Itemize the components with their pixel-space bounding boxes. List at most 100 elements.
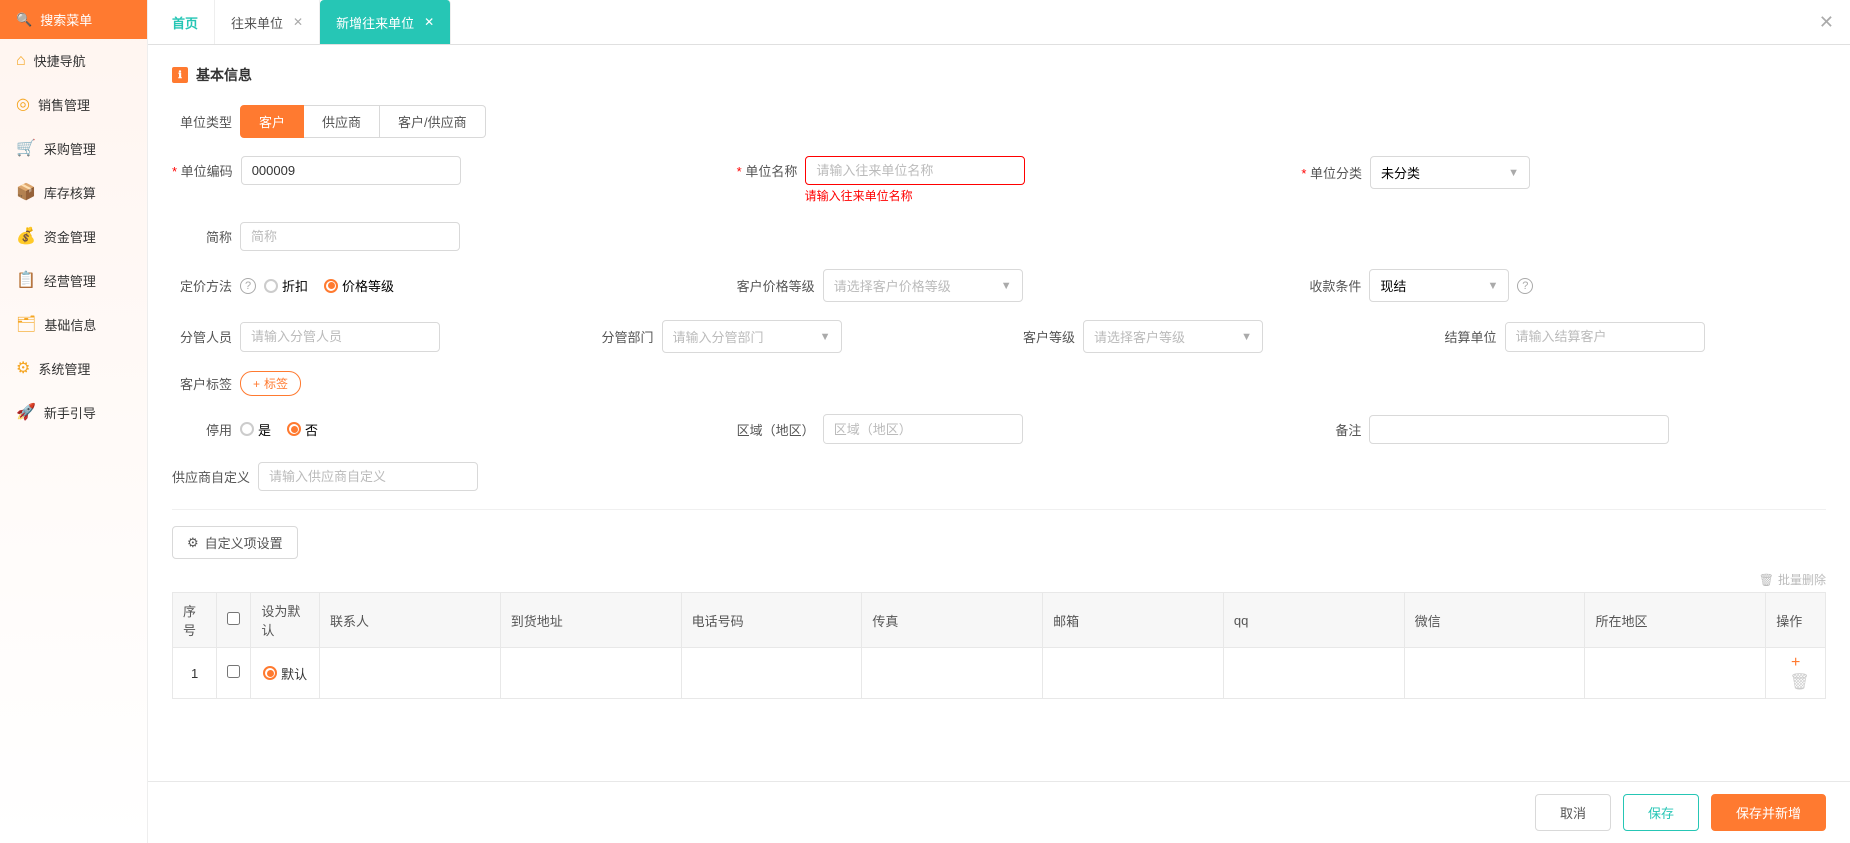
manager-dots-btn[interactable]: ··· — [437, 323, 440, 351]
manager-row: 分管人员 ··· 分管部门 请输入分管部门 ▼ 客户等级 请选择客户等级 ▼ — [172, 320, 1826, 353]
wechat-input[interactable] — [1415, 660, 1575, 687]
payment-terms-value: 现结 — [1380, 276, 1406, 295]
sidebar-item-label: 资金管理 — [44, 227, 96, 246]
radio-yes[interactable]: 是 — [240, 420, 271, 439]
remarks-input[interactable] — [1369, 415, 1669, 444]
address-input[interactable] — [511, 660, 671, 687]
sidebar-item-operations[interactable]: 📋 经营管理 — [0, 258, 147, 302]
region-dots-btn[interactable]: ··· — [1020, 415, 1023, 443]
table-row: 1 默认 — [173, 648, 1826, 699]
settlement-dots-btn[interactable]: ··· — [1702, 323, 1705, 351]
tab-trading-unit[interactable]: 往来单位 ✕ — [215, 0, 320, 44]
abbreviation-input[interactable] — [240, 222, 460, 251]
form-content: ℹ 基本信息 单位类型 客户 供应商 客户/供应商 单位编码 — [148, 45, 1850, 781]
unit-code-input[interactable] — [241, 156, 461, 185]
radio-yes-label: 是 — [258, 420, 271, 439]
contact-input[interactable] — [330, 660, 490, 687]
col-region: 所在地区 — [1585, 593, 1766, 648]
col-fax: 传真 — [862, 593, 1043, 648]
sidebar-item-finance[interactable]: 💰 资金管理 — [0, 214, 147, 258]
close-tab-new-trading-unit[interactable]: ✕ — [424, 15, 434, 29]
settlement-input[interactable] — [1506, 323, 1702, 350]
save-button[interactable]: 保存 — [1623, 794, 1699, 831]
phone-input[interactable] — [692, 660, 852, 687]
row-contact — [320, 648, 501, 699]
supplier-custom-input[interactable] — [258, 462, 478, 491]
sidebar-item-sales[interactable]: ◎ 销售管理 — [0, 82, 147, 126]
department-select[interactable]: 请输入分管部门 ▼ — [662, 320, 842, 353]
radio-price-level-dot — [328, 282, 335, 289]
tab-new-trading-unit[interactable]: 新增往来单位 ✕ — [320, 0, 451, 44]
customer-level-select[interactable]: 请选择客户等级 ▼ — [1083, 320, 1263, 353]
search-menu[interactable]: 🔍 搜索菜单 — [0, 0, 147, 39]
email-input[interactable] — [1053, 660, 1213, 687]
unit-name-input[interactable] — [805, 156, 1025, 185]
add-tag-btn[interactable]: + 标签 — [240, 371, 301, 396]
radio-price-level[interactable]: 价格等级 — [324, 276, 394, 295]
save-and-add-button[interactable]: 保存并新增 — [1711, 794, 1826, 831]
unit-btn-both[interactable]: 客户/供应商 — [380, 105, 486, 138]
customer-price-level-select[interactable]: 请选择客户价格等级 ▼ — [823, 269, 1023, 302]
region-input-wrap: ··· — [823, 414, 1023, 444]
add-row-btn[interactable]: + — [1791, 654, 1800, 671]
row-wechat — [1404, 648, 1585, 699]
sidebar-item-inventory[interactable]: 📦 库存核算 — [0, 170, 147, 214]
batch-delete-label[interactable]: 批量删除 — [1778, 571, 1826, 588]
region-input[interactable] — [824, 416, 1020, 443]
system-icon: ⚙ — [16, 358, 30, 378]
tags-item: 客户标签 + 标签 — [172, 371, 1826, 396]
unit-code-label: 单位编码 — [172, 161, 233, 180]
row-default-radio[interactable]: 默认 — [261, 664, 309, 683]
sidebar-item-new-guide[interactable]: 🚀 新手引导 — [0, 390, 147, 434]
qq-input[interactable] — [1234, 660, 1394, 687]
sidebar-item-quick-nav[interactable]: ⌂ 快捷导航 — [0, 39, 147, 82]
close-all-tabs[interactable]: ✕ — [1811, 12, 1842, 33]
finance-icon: 💰 — [16, 226, 36, 246]
sidebar-item-system[interactable]: ⚙ 系统管理 — [0, 346, 147, 390]
batch-delete-area: 🗑 批量删除 — [172, 571, 1826, 588]
sidebar-item-basic-info[interactable]: 🗂 基础信息 — [0, 302, 147, 346]
close-tab-trading-unit[interactable]: ✕ — [293, 15, 303, 29]
department-item: 分管部门 请输入分管部门 ▼ — [594, 320, 984, 353]
tab-home-label: 首页 — [172, 13, 198, 32]
row-select-checkbox[interactable] — [227, 665, 240, 678]
radio-no-label: 否 — [305, 420, 318, 439]
unit-category-select[interactable]: 未分类 ▼ — [1370, 156, 1530, 189]
radio-no[interactable]: 否 — [287, 420, 318, 439]
chevron-down-icon-payment: ▼ — [1487, 280, 1498, 292]
customer-price-level-placeholder: 请选择客户价格等级 — [834, 276, 951, 295]
tab-home[interactable]: 首页 — [156, 0, 215, 44]
radio-discount[interactable]: 折扣 — [264, 276, 308, 295]
tab-trading-unit-label: 往来单位 — [231, 13, 283, 32]
settlement-item: 结算单位 ··· — [1437, 322, 1827, 352]
pricing-method-label: 定价方法 — [172, 276, 232, 295]
payment-terms-select[interactable]: 现结 ▼ — [1369, 269, 1509, 302]
manager-input[interactable] — [241, 323, 437, 350]
chevron-down-icon-level: ▼ — [1241, 331, 1252, 343]
department-label: 分管部门 — [594, 327, 654, 346]
pricing-help-icon[interactable]: ? — [240, 278, 256, 294]
customer-level-item: 客户等级 请选择客户等级 ▼ — [1015, 320, 1405, 353]
delete-row-btn[interactable]: 🗑 — [1789, 674, 1809, 691]
unit-btn-customer[interactable]: 客户 — [240, 105, 304, 138]
radio-price-level-label: 价格等级 — [342, 276, 394, 295]
settlement-input-wrap: ··· — [1505, 322, 1705, 352]
unit-type-group: 客户 供应商 客户/供应商 — [240, 105, 486, 138]
row-default: 默认 — [251, 648, 320, 699]
select-all-checkbox[interactable] — [227, 612, 240, 625]
region-row-input[interactable] — [1595, 660, 1755, 687]
inventory-icon: 📦 — [16, 182, 36, 202]
unit-btn-supplier[interactable]: 供应商 — [304, 105, 380, 138]
sidebar: 🔍 搜索菜单 ⌂ 快捷导航 ◎ 销售管理 🛒 采购管理 📦 库存核算 💰 资金管… — [0, 0, 148, 843]
sidebar-item-purchase[interactable]: 🛒 采购管理 — [0, 126, 147, 170]
payment-help-icon[interactable]: ? — [1517, 278, 1533, 294]
radio-yes-circle — [240, 422, 254, 436]
unit-type-label: 单位类型 — [172, 112, 232, 131]
abbreviation-row: 简称 — [172, 222, 1826, 251]
customize-settings-btn[interactable]: ⚙ 自定义项设置 — [172, 526, 298, 559]
search-menu-label: 搜索菜单 — [40, 10, 92, 29]
cancel-button[interactable]: 取消 — [1535, 794, 1611, 831]
disabled-radio-group: 是 否 — [240, 420, 318, 439]
fax-input[interactable] — [872, 660, 1032, 687]
unit-name-item: 单位名称 请输入往来单位名称 — [737, 156, 1262, 204]
